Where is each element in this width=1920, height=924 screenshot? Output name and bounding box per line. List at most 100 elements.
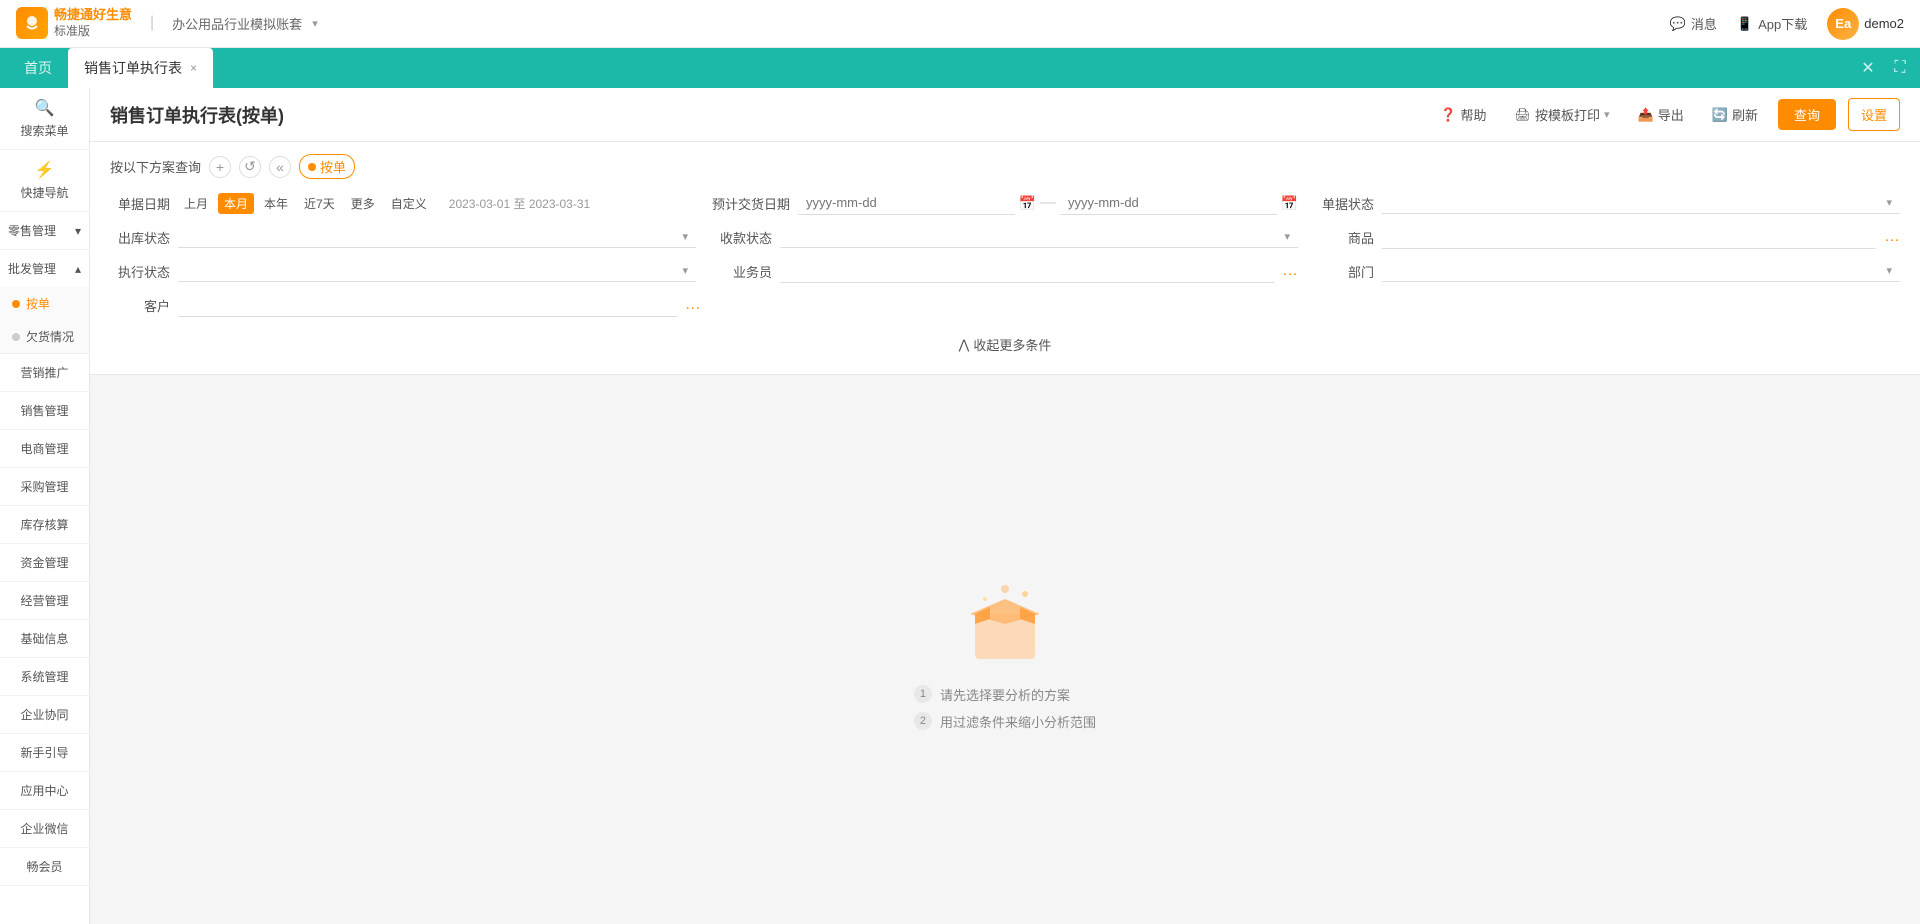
- expected-date-end-input[interactable]: [1060, 191, 1277, 215]
- sidebar-finance-label: 资金管理: [20, 554, 68, 571]
- salesperson-input[interactable]: [780, 259, 1274, 283]
- sidebar-member-label: 畅会员: [26, 858, 62, 875]
- sidebar-newbie-label: 新手引导: [20, 744, 68, 761]
- app-download-action[interactable]: 📱 App下载: [1737, 14, 1807, 33]
- sidebar-item-system[interactable]: 系统管理: [0, 658, 89, 695]
- status-label: 单据状态: [1314, 194, 1374, 213]
- salesperson-label: 业务员: [712, 262, 772, 281]
- department-select[interactable]: ▾: [1382, 260, 1900, 282]
- delivery-status-select[interactable]: ▾: [178, 226, 696, 248]
- sidebar-item-wholesale[interactable]: 批发管理 ▴: [0, 250, 89, 287]
- print-button[interactable]: 🖨 按模板打印 ▾: [1507, 101, 1618, 128]
- sidebar-enterprise-label: 企业协同: [20, 706, 68, 723]
- scheme-add-button[interactable]: +: [209, 156, 231, 178]
- chevron-up-icon: ▴: [75, 262, 81, 276]
- export-button[interactable]: 📤 导出: [1630, 101, 1692, 128]
- sidebar-purchase-label: 采购管理: [20, 478, 68, 495]
- sidebar-marketing-label: 营销推广: [20, 364, 68, 381]
- sidebar-enterprise-section: 企业协同: [0, 696, 89, 734]
- calendar-start-icon[interactable]: 📅: [1019, 195, 1036, 212]
- scheme-refresh-button[interactable]: ↺: [239, 156, 261, 178]
- exec-status-label: 执行状态: [110, 262, 170, 281]
- customer-more-icon[interactable]: …: [685, 296, 701, 314]
- sidebar-item-newbie[interactable]: 新手引导: [0, 734, 89, 771]
- sidebar-item-inventory[interactable]: 库存核算: [0, 506, 89, 543]
- sidebar-item-sales[interactable]: 销售管理: [0, 392, 89, 429]
- help-button[interactable]: ❓ 帮助: [1432, 101, 1494, 128]
- sidebar-item-apps[interactable]: 应用中心: [0, 772, 89, 809]
- customer-field: 客户 …: [110, 293, 701, 317]
- sidebar-apps-label: 应用中心: [20, 782, 68, 799]
- user-name: demo2: [1864, 16, 1904, 31]
- sidebar-member-section: 畅会员: [0, 848, 89, 886]
- exec-status-select[interactable]: ▾: [178, 260, 696, 282]
- search-icon: 🔍: [35, 98, 55, 118]
- refresh-icon: 🔄: [1712, 107, 1728, 123]
- sidebar-item-basic[interactable]: 基础信息: [0, 620, 89, 657]
- date-shortcut-this-year[interactable]: 本年: [258, 193, 294, 214]
- date-shortcut-more[interactable]: 更多: [345, 193, 381, 214]
- scheme-dot-icon: [308, 163, 316, 171]
- sidebar-sub-owe[interactable]: 欠货情况: [0, 320, 89, 353]
- sidebar-item-ecommerce[interactable]: 电商管理: [0, 430, 89, 467]
- date-shortcut-last-month[interactable]: 上月: [178, 193, 214, 214]
- date-separator: —: [1040, 194, 1056, 212]
- sidebar-item-retail[interactable]: 零售管理 ▾: [0, 212, 89, 249]
- sidebar-operation-label: 经营管理: [20, 592, 68, 609]
- message-action[interactable]: 💬 消息: [1670, 14, 1717, 33]
- receipt-status-select[interactable]: ▾: [780, 226, 1298, 248]
- sidebar-item-search[interactable]: 🔍 搜索菜单: [0, 88, 89, 149]
- sidebar-item-member[interactable]: 畅会员: [0, 848, 89, 885]
- goods-input[interactable]: [1382, 225, 1876, 249]
- sidebar-item-enterprise[interactable]: 企业协同: [0, 696, 89, 733]
- exec-status-field: 执行状态 ▾: [110, 260, 696, 282]
- date-shortcut-this-month[interactable]: 本月: [218, 193, 254, 214]
- expected-date-start-input[interactable]: [798, 191, 1015, 215]
- sidebar-item-operation[interactable]: 经营管理: [0, 582, 89, 619]
- tab-close-icon[interactable]: ×: [190, 61, 197, 75]
- scheme-collapse-button[interactable]: «: [269, 156, 291, 178]
- sidebar-sub-order[interactable]: 按单: [0, 287, 89, 320]
- search-button[interactable]: 查询: [1778, 99, 1836, 130]
- scheme-item-order[interactable]: 按单: [299, 154, 355, 179]
- sidebar-item-finance[interactable]: 资金管理: [0, 544, 89, 581]
- tab-home[interactable]: 首页: [8, 48, 68, 88]
- tab-bar-right: ✕ ⛶: [1856, 56, 1912, 80]
- sidebar-item-wechat[interactable]: 企业微信: [0, 810, 89, 847]
- customer-label: 客户: [110, 296, 170, 315]
- sidebar-inventory-section: 库存核算: [0, 506, 89, 544]
- hint-num-2: 2: [914, 712, 932, 730]
- tab-sales-order[interactable]: 销售订单执行表 ×: [68, 48, 213, 88]
- goods-more-icon[interactable]: …: [1884, 228, 1900, 246]
- logo-icon: [16, 7, 48, 39]
- breadcrumb-dropdown-icon[interactable]: ▾: [312, 17, 318, 30]
- user-area[interactable]: Ea demo2: [1827, 8, 1904, 40]
- sidebar-item-marketing[interactable]: 营销推广: [0, 354, 89, 391]
- calendar-end-icon[interactable]: 📅: [1281, 195, 1298, 212]
- scheme-bar: 按以下方案查询 + ↺ « 按单: [110, 154, 1900, 179]
- message-icon: 💬: [1670, 16, 1686, 32]
- print-label: 按模板打印: [1535, 105, 1600, 124]
- sidebar-item-quicknav[interactable]: ⚡ 快捷导航: [0, 150, 89, 211]
- collapse-more-button[interactable]: ⋀ 收起更多条件: [110, 327, 1900, 362]
- sidebar-marketing-section: 营销推广: [0, 354, 89, 392]
- customer-input[interactable]: [178, 293, 677, 317]
- message-label: 消息: [1691, 14, 1717, 33]
- receipt-status-label: 收款状态: [712, 228, 772, 247]
- status-select[interactable]: ▾: [1382, 192, 1900, 214]
- refresh-button[interactable]: 🔄 刷新: [1704, 101, 1766, 128]
- date-shortcut-7days[interactable]: 近7天: [298, 193, 341, 214]
- sidebar-item-purchase[interactable]: 采购管理: [0, 468, 89, 505]
- sidebar-wholesale-label: 批发管理: [8, 260, 56, 277]
- empty-icon: [955, 569, 1055, 669]
- sidebar-retail-section: 零售管理 ▾: [0, 212, 89, 250]
- delivery-status-label: 出库状态: [110, 228, 170, 247]
- salesperson-more-icon[interactable]: …: [1282, 262, 1298, 280]
- date-shortcut-custom[interactable]: 自定义: [385, 193, 433, 214]
- window-close-icon[interactable]: ✕: [1856, 56, 1880, 80]
- sidebar-newbie-section: 新手引导: [0, 734, 89, 772]
- empty-hint-2: 2 用过滤条件来缩小分析范围: [914, 712, 1096, 731]
- settings-button[interactable]: 设置: [1848, 98, 1900, 131]
- logo-area: 畅捷通好生意 标准版: [16, 7, 132, 39]
- window-expand-icon[interactable]: ⛶: [1888, 56, 1912, 80]
